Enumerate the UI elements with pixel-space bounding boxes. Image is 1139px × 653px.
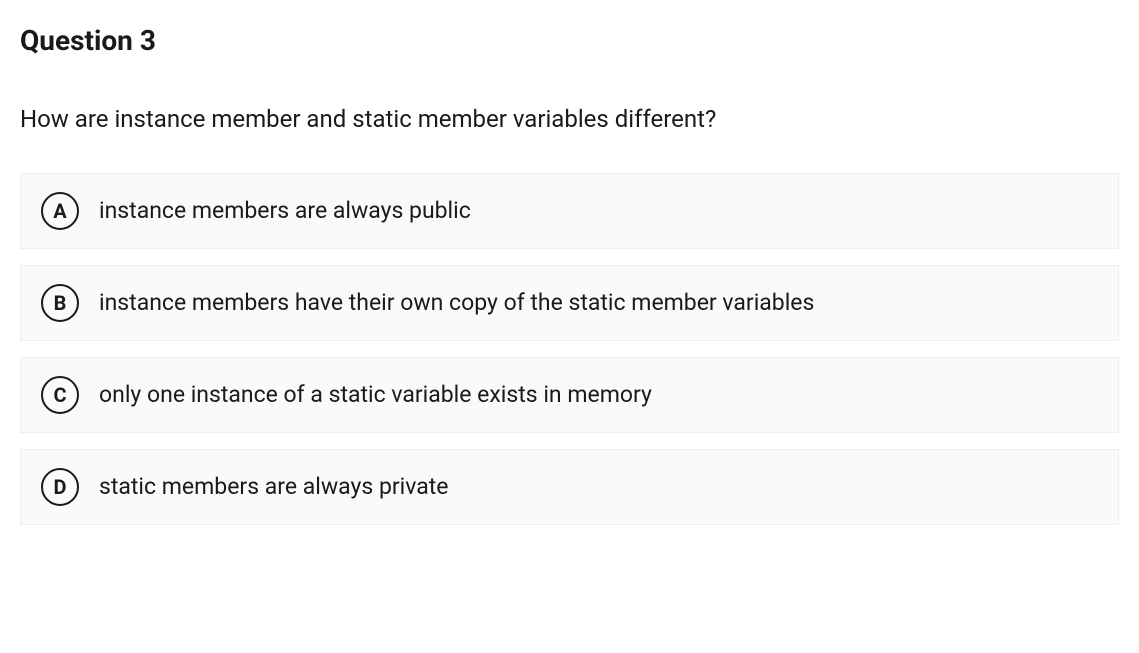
option-letter-d: D xyxy=(41,468,79,506)
option-text-d: static members are always private xyxy=(99,472,448,502)
option-letter-c: C xyxy=(41,376,79,414)
option-a[interactable]: A instance members are always public xyxy=(20,173,1119,249)
option-text-b: instance members have their own copy of … xyxy=(99,288,814,318)
option-b[interactable]: B instance members have their own copy o… xyxy=(20,265,1119,341)
options-container: A instance members are always public B i… xyxy=(20,173,1119,525)
question-title: Question 3 xyxy=(20,24,1119,57)
option-text-a: instance members are always public xyxy=(99,196,471,226)
option-d[interactable]: D static members are always private xyxy=(20,449,1119,525)
option-letter-b: B xyxy=(41,284,79,322)
question-prompt: How are instance member and static membe… xyxy=(20,105,1119,133)
option-c[interactable]: C only one instance of a static variable… xyxy=(20,357,1119,433)
option-text-c: only one instance of a static variable e… xyxy=(99,380,652,410)
option-letter-a: A xyxy=(41,192,79,230)
